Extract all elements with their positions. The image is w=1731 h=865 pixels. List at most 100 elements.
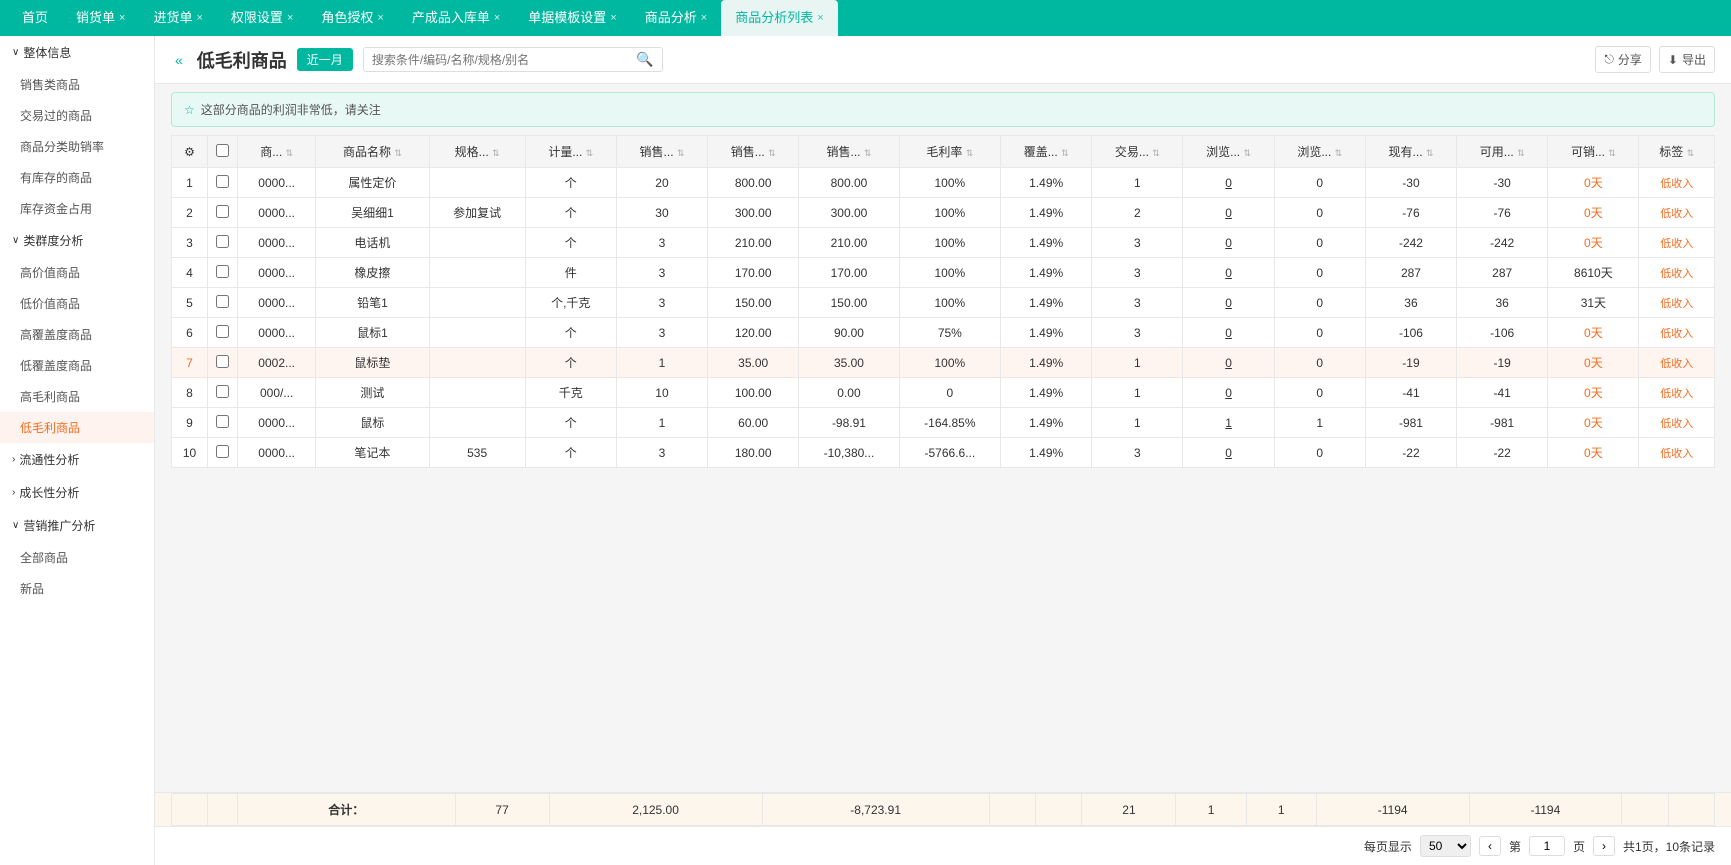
nav-close-purchase-order[interactable]: × [196, 0, 202, 36]
sidebar-group-title-circulation[interactable]: › 流通性分析 [0, 443, 154, 476]
sidebar-item-low-coverage[interactable]: 低覆盖度商品 [0, 350, 154, 381]
nav-purchase-order[interactable]: 进货单 × [139, 0, 216, 36]
nav-close-analysis[interactable]: × [701, 0, 707, 36]
col-tag[interactable]: 标签 ⇅ [1639, 136, 1715, 168]
sidebar-group-title-growth[interactable]: › 成长性分析 [0, 476, 154, 509]
col-sale-qty[interactable]: 销售... ⇅ [616, 136, 707, 168]
row-trade-count: 1 [1092, 378, 1183, 408]
col-coverage[interactable]: 覆盖... ⇅ [1001, 136, 1092, 168]
row-checkbox-cell[interactable] [208, 378, 238, 408]
row-checkbox[interactable] [216, 355, 229, 368]
nav-close-template[interactable]: × [610, 0, 616, 36]
nav-close-sales-order[interactable]: × [119, 0, 125, 36]
sidebar-item-high-value[interactable]: 高价值商品 [0, 257, 154, 288]
sidebar-item-high-coverage[interactable]: 高覆盖度商品 [0, 319, 154, 350]
sidebar-item-category-rate[interactable]: 商品分类助销率 [0, 131, 154, 162]
col-available-stock[interactable]: 可用... ⇅ [1457, 136, 1548, 168]
row-view1[interactable]: 0 [1183, 348, 1274, 378]
nav-permission-settings[interactable]: 权限设置 × [217, 0, 307, 36]
col-sale-price[interactable]: 销售... ⇅ [708, 136, 799, 168]
row-view1[interactable]: 0 [1183, 228, 1274, 258]
sidebar-item-new-products[interactable]: 新品 [0, 573, 154, 604]
sidebar-item-stock-fund[interactable]: 库存资金占用 [0, 193, 154, 224]
nav-product-entry[interactable]: 产成品入库单 × [398, 0, 514, 36]
sidebar-group-title-marketing[interactable]: ∨ 营销推广分析 [0, 509, 154, 542]
row-code: 0000... [238, 288, 316, 318]
row-checkbox[interactable] [216, 415, 229, 428]
sidebar-group-title-overall[interactable]: ∨ 整体信息 [0, 36, 154, 69]
row-checkbox[interactable] [216, 265, 229, 278]
row-checkbox[interactable] [216, 325, 229, 338]
col-unit[interactable]: 计量... ⇅ [525, 136, 616, 168]
row-checkbox-cell[interactable] [208, 288, 238, 318]
sidebar-item-low-margin[interactable]: 低毛利商品 [0, 412, 154, 443]
search-input[interactable] [372, 53, 632, 67]
col-name[interactable]: 商品名称 ⇅ [316, 136, 429, 168]
col-code[interactable]: 商... ⇅ [238, 136, 316, 168]
row-checkbox-cell[interactable] [208, 228, 238, 258]
next-page-btn[interactable]: › [1593, 836, 1615, 856]
nav-home[interactable]: 首页 [8, 0, 62, 36]
sidebar-item-traded[interactable]: 交易过的商品 [0, 100, 154, 131]
nav-close-product-entry[interactable]: × [494, 0, 500, 36]
prev-page-btn[interactable]: ‹ [1479, 836, 1501, 856]
row-checkbox-cell[interactable] [208, 168, 238, 198]
sidebar-item-low-value[interactable]: 低价值商品 [0, 288, 154, 319]
nav-analysis-list[interactable]: 商品分析列表 × [721, 0, 837, 36]
row-checkbox-cell[interactable] [208, 408, 238, 438]
sidebar-item-in-stock[interactable]: 有库存的商品 [0, 162, 154, 193]
current-page-input[interactable] [1529, 836, 1565, 856]
row-checkbox[interactable] [216, 445, 229, 458]
row-checkbox[interactable] [216, 385, 229, 398]
col-checkbox[interactable] [208, 136, 238, 168]
nav-product-analysis[interactable]: 商品分析 × [631, 0, 721, 36]
col-current-stock[interactable]: 现有... ⇅ [1365, 136, 1456, 168]
col-sellable-days[interactable]: 可销... ⇅ [1548, 136, 1639, 168]
col-view1[interactable]: 浏览... ⇅ [1183, 136, 1274, 168]
row-view1[interactable]: 0 [1183, 198, 1274, 228]
select-all-checkbox[interactable] [216, 144, 229, 157]
sidebar-item-high-margin[interactable]: 高毛利商品 [0, 381, 154, 412]
row-checkbox-cell[interactable] [208, 198, 238, 228]
per-page-select[interactable]: 50 20 100 [1420, 835, 1471, 857]
nav-sales-order[interactable]: 销货单 × [62, 0, 139, 36]
row-spec [429, 168, 525, 198]
page-label: 第 [1509, 838, 1521, 855]
row-view1[interactable]: 0 [1183, 258, 1274, 288]
col-trade-count[interactable]: 交易... ⇅ [1092, 136, 1183, 168]
row-view1[interactable]: 0 [1183, 288, 1274, 318]
col-view2[interactable]: 浏览... ⇅ [1274, 136, 1365, 168]
sidebar-group-title-cluster[interactable]: ∨ 类群度分析 [0, 224, 154, 257]
export-button[interactable]: ⬇ 导出 [1659, 46, 1715, 73]
filter-recent-month[interactable]: 近一月 [297, 48, 353, 71]
col-sale-amount[interactable]: 销售... ⇅ [799, 136, 899, 168]
row-checkbox[interactable] [216, 175, 229, 188]
row-view1[interactable]: 0 [1183, 378, 1274, 408]
col-settings[interactable]: ⚙ [172, 136, 208, 168]
row-checkbox-cell[interactable] [208, 438, 238, 468]
share-button[interactable]: ⎋ 分享 [1595, 46, 1651, 73]
search-icon[interactable]: 🔍 [636, 51, 653, 68]
row-checkbox[interactable] [216, 295, 229, 308]
nav-template-settings[interactable]: 单据模板设置 × [514, 0, 630, 36]
col-spec[interactable]: 规格... ⇅ [429, 136, 525, 168]
sidebar-item-all-products[interactable]: 全部商品 [0, 542, 154, 573]
total-label: 合计： [238, 794, 456, 826]
sidebar-item-sales-category[interactable]: 销售类商品 [0, 69, 154, 100]
nav-close-role[interactable]: × [377, 0, 383, 36]
col-gross-margin[interactable]: 毛利率 ⇅ [899, 136, 1000, 168]
nav-close-permission[interactable]: × [287, 0, 293, 36]
nav-role-auth[interactable]: 角色授权 × [307, 0, 397, 36]
row-trade-count: 3 [1092, 288, 1183, 318]
row-checkbox-cell[interactable] [208, 348, 238, 378]
row-checkbox-cell[interactable] [208, 318, 238, 348]
sidebar-collapse-btn[interactable]: « [171, 52, 187, 68]
row-checkbox[interactable] [216, 235, 229, 248]
row-view1[interactable]: 0 [1183, 438, 1274, 468]
row-checkbox[interactable] [216, 205, 229, 218]
row-checkbox-cell[interactable] [208, 258, 238, 288]
nav-close-analysis-list[interactable]: × [817, 0, 823, 36]
row-view1[interactable]: 0 [1183, 168, 1274, 198]
row-view1[interactable]: 1 [1183, 408, 1274, 438]
row-view1[interactable]: 0 [1183, 318, 1274, 348]
